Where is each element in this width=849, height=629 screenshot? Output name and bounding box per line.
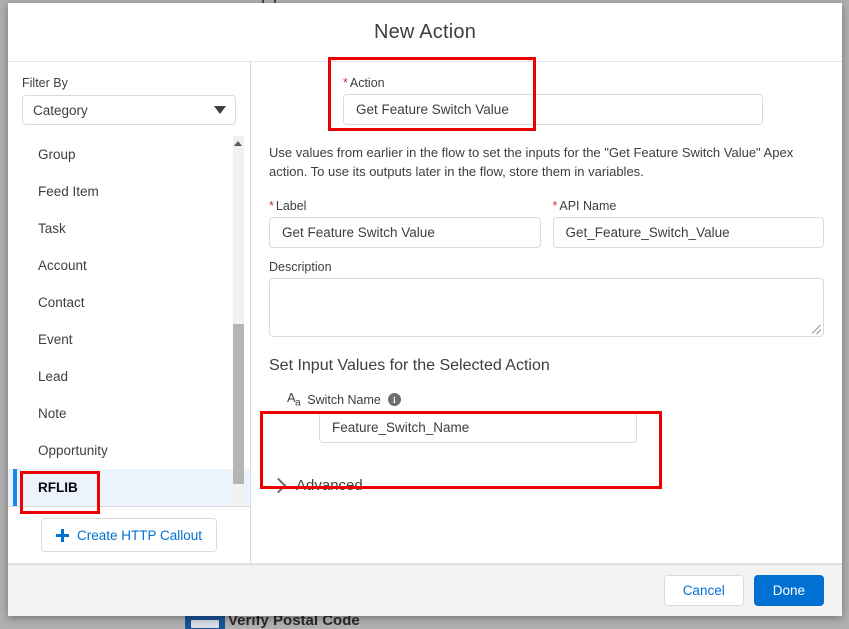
resize-handle-icon[interactable] [812, 325, 821, 334]
create-http-callout-label: Create HTTP Callout [76, 527, 203, 543]
category-list-container: Group Feed Item Task Account Contact Eve… [8, 133, 250, 506]
category-item-contact[interactable]: Contact [8, 284, 250, 321]
category-item-account[interactable]: Account [8, 247, 250, 284]
advanced-label: Advanced [296, 476, 363, 494]
label-apiname-row: * Label Get Feature Switch Value * API N… [269, 199, 824, 248]
action-input-value: Get Feature Switch Value [356, 102, 509, 117]
switch-name-input-value: Feature_Switch_Name [332, 419, 470, 435]
api-name-field-label: * API Name [553, 199, 825, 213]
filter-block: Filter By Category [8, 62, 250, 133]
category-item-label: Group [38, 147, 76, 162]
description-field-group: Description [269, 260, 824, 337]
done-button[interactable]: Done [753, 575, 824, 606]
text-datatype-icon: Aa [287, 390, 301, 409]
api-name-input-value: Get_Feature_Switch_Value [565, 225, 730, 240]
description-field-label: Description [269, 260, 824, 274]
modal-header: New Action [8, 3, 842, 62]
filter-by-select[interactable]: Category [22, 95, 236, 125]
create-http-callout-button[interactable]: Create HTTP Callout [40, 518, 218, 552]
switch-name-label-row: Aa Switch Name i [275, 391, 824, 409]
action-help-text: Use values from earlier in the flow to s… [269, 145, 794, 179]
scrollbar-thumb[interactable] [233, 324, 244, 484]
category-item-label: RFLIB [38, 480, 78, 495]
api-name-field-text: API Name [559, 199, 617, 213]
category-item-label: Account [38, 258, 87, 273]
filter-by-value: Category [33, 102, 88, 118]
category-item-label: Contact [38, 295, 85, 310]
label-input[interactable]: Get Feature Switch Value [269, 217, 541, 248]
switch-name-field-group: Aa Switch Name i Feature_Switch_Name [275, 391, 824, 443]
category-item-opportunity[interactable]: Opportunity [8, 432, 250, 469]
category-item-label: Opportunity [38, 443, 108, 458]
action-field-label: * Action [343, 76, 824, 90]
advanced-section-toggle[interactable]: Advanced [269, 477, 824, 494]
cancel-button-label: Cancel [682, 583, 725, 598]
filter-by-label: Filter By [22, 76, 68, 90]
page-title: New Action [373, 20, 477, 43]
category-item-feed-item[interactable]: Feed Item [8, 173, 250, 210]
input-values-section-title: Set Input Values for the Selected Action [269, 357, 550, 374]
api-name-input[interactable]: Get_Feature_Switch_Value [552, 217, 824, 248]
description-textarea[interactable] [269, 278, 824, 337]
label-input-value: Get Feature Switch Value [282, 225, 435, 240]
category-item-rflib[interactable]: RFLIB [8, 469, 250, 506]
action-label-text: Action [349, 76, 385, 90]
scroll-up-arrow-icon[interactable] [234, 141, 242, 146]
chevron-down-icon [214, 106, 226, 114]
screenshot-root: Verify Postal Code New Action Filter By … [0, 0, 849, 629]
switch-name-label: Switch Name [307, 392, 381, 407]
switch-name-input[interactable]: Feature_Switch_Name [319, 411, 637, 443]
category-item-label: Event [38, 332, 73, 347]
category-item-label: Note [38, 406, 67, 421]
done-button-label: Done [772, 583, 805, 598]
flow-node-icon [185, 614, 225, 629]
required-marker: * [269, 198, 274, 213]
required-marker: * [552, 198, 558, 213]
api-name-field-group: * API Name Get_Feature_Switch_Value [552, 199, 825, 248]
action-field-group: * Action Get Feature Switch Value [343, 76, 824, 125]
required-marker: * [343, 75, 348, 90]
modal-footer: Cancel Done [8, 564, 842, 616]
new-action-modal: New Action Filter By Category Group Feed… [8, 3, 842, 616]
label-field-group: * Label Get Feature Switch Value [269, 199, 541, 248]
category-item-note[interactable]: Note [8, 395, 250, 432]
chevron-right-icon [270, 477, 287, 493]
category-item-group[interactable]: Group [8, 136, 250, 173]
category-panel-footer: Create HTTP Callout [8, 506, 250, 563]
category-item-label: Feed Item [38, 184, 99, 199]
category-item-label: Lead [38, 369, 69, 384]
category-list: Group Feed Item Task Account Contact Eve… [8, 134, 250, 506]
plus-icon [55, 528, 69, 542]
modal-body: Filter By Category Group Feed Item Task … [8, 62, 842, 564]
action-details-panel: * Action Get Feature Switch Value Use va… [251, 62, 842, 563]
category-item-lead[interactable]: Lead [8, 358, 250, 395]
category-item-task[interactable]: Task [8, 210, 250, 247]
category-panel: Filter By Category Group Feed Item Task … [8, 62, 251, 563]
label-field-label: * Label [269, 199, 541, 213]
description-label-text: Description [269, 260, 332, 274]
category-item-event[interactable]: Event [8, 321, 250, 358]
category-list-scrollbar[interactable] [233, 136, 244, 506]
category-item-label: Task [38, 221, 66, 236]
cancel-button[interactable]: Cancel [663, 575, 744, 606]
label-field-text: Label [275, 199, 307, 213]
action-input[interactable]: Get Feature Switch Value [343, 94, 763, 125]
info-icon[interactable]: i [387, 393, 401, 407]
